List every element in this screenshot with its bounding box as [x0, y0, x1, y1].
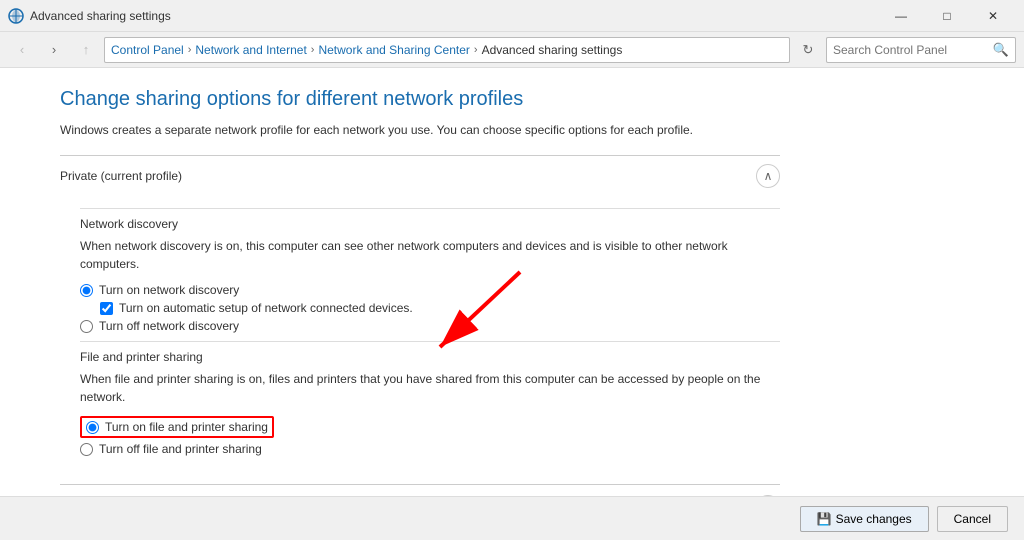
- nd-on-radio[interactable]: [80, 284, 93, 297]
- page-heading: Change sharing options for different net…: [60, 88, 780, 111]
- network-discovery-title: Network discovery: [80, 217, 780, 231]
- breadcrumb-item-nsc[interactable]: Network and Sharing Center: [318, 43, 469, 57]
- fps-off-option: Turn off file and printer sharing: [80, 442, 780, 456]
- private-section-toggle[interactable]: ∧: [756, 164, 780, 188]
- maximize-button[interactable]: □: [924, 0, 970, 32]
- guest-section[interactable]: Guest or Public ∨: [60, 484, 780, 496]
- fps-on-option: Turn on file and printer sharing: [80, 416, 780, 438]
- nd-on-option: Turn on network discovery: [80, 283, 780, 297]
- search-box: 🔍: [826, 37, 1016, 63]
- nav-bar: ‹ › ↑ Control Panel › Network and Intern…: [0, 32, 1024, 68]
- network-discovery-desc: When network discovery is on, this compu…: [80, 237, 780, 273]
- save-icon: 💾: [817, 512, 832, 526]
- file-printer-desc: When file and printer sharing is on, fil…: [80, 370, 780, 406]
- content-area: Change sharing options for different net…: [0, 68, 820, 496]
- private-section-content: Network discovery When network discovery…: [60, 196, 780, 476]
- back-button[interactable]: ‹: [8, 36, 36, 64]
- nd-auto-checkbox[interactable]: [100, 302, 113, 315]
- breadcrumb-item-cp[interactable]: Control Panel: [111, 43, 184, 57]
- page-desc: Windows creates a separate network profi…: [60, 121, 780, 139]
- breadcrumb-current: Advanced sharing settings: [482, 43, 623, 57]
- private-section-header[interactable]: Private (current profile) ∧: [60, 156, 780, 196]
- fps-on-highlighted: Turn on file and printer sharing: [80, 416, 274, 438]
- fps-on-label[interactable]: Turn on file and printer sharing: [105, 420, 268, 434]
- cancel-button[interactable]: Cancel: [937, 506, 1008, 532]
- forward-button[interactable]: ›: [40, 36, 68, 64]
- save-changes-button[interactable]: 💾 Save changes: [800, 506, 929, 532]
- close-button[interactable]: ✕: [970, 0, 1016, 32]
- window-controls: — □ ✕: [878, 0, 1016, 32]
- title-bar: Advanced sharing settings — □ ✕: [0, 0, 1024, 32]
- private-section: Private (current profile) ∧ Network disc…: [60, 155, 780, 476]
- nd-off-radio[interactable]: [80, 320, 93, 333]
- nd-auto-label[interactable]: Turn on automatic setup of network conne…: [119, 301, 413, 315]
- app-icon: [8, 8, 24, 24]
- save-label: Save changes: [836, 512, 912, 526]
- breadcrumb: Control Panel › Network and Internet › N…: [104, 37, 790, 63]
- minimize-button[interactable]: —: [878, 0, 924, 32]
- window-title: Advanced sharing settings: [30, 9, 878, 23]
- nd-off-label[interactable]: Turn off network discovery: [99, 319, 239, 333]
- private-section-title: Private (current profile): [60, 169, 182, 183]
- footer: 💾 Save changes Cancel: [0, 496, 1024, 540]
- nd-off-option: Turn off network discovery: [80, 319, 780, 333]
- file-printer-subsection: File and printer sharing When file and p…: [80, 341, 780, 456]
- network-discovery-subsection: Network discovery When network discovery…: [80, 208, 780, 333]
- fps-on-radio[interactable]: [86, 421, 99, 434]
- breadcrumb-item-ni[interactable]: Network and Internet: [195, 43, 306, 57]
- refresh-button[interactable]: ↻: [794, 36, 822, 64]
- search-icon[interactable]: 🔍: [993, 42, 1009, 58]
- fps-off-radio[interactable]: [80, 443, 93, 456]
- search-input[interactable]: [833, 43, 993, 57]
- nd-auto-option: Turn on automatic setup of network conne…: [100, 301, 780, 315]
- main-content: Change sharing options for different net…: [0, 68, 1024, 496]
- fps-off-label[interactable]: Turn off file and printer sharing: [99, 442, 262, 456]
- file-printer-title: File and printer sharing: [80, 350, 780, 364]
- up-button[interactable]: ↑: [72, 36, 100, 64]
- nd-on-label[interactable]: Turn on network discovery: [99, 283, 239, 297]
